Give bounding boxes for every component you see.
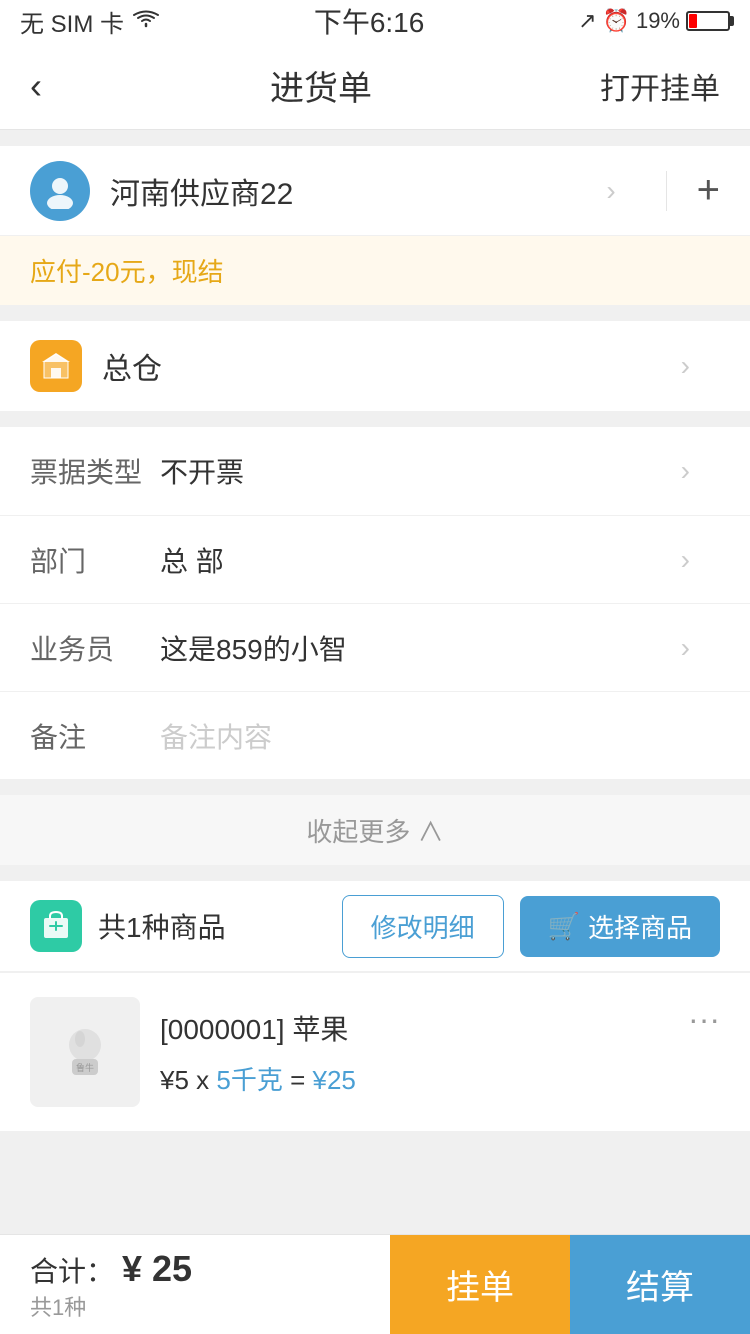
product-header: 共1种商品 修改明细 🛒 选择商品 xyxy=(0,881,750,971)
price-equal: = xyxy=(290,1065,312,1095)
select-product-label: 选择商品 xyxy=(588,908,692,945)
bottom-spacer xyxy=(0,1131,750,1231)
add-icon[interactable]: + xyxy=(697,168,720,213)
quantity-value: 5千克 xyxy=(216,1065,282,1095)
nav-bar: ‹ 进货单 打开挂单 xyxy=(0,42,750,130)
main-content: 河南供应商22 › + 应付-20元，现结 总仓 › 票据类型 不开票 › xyxy=(0,146,750,1231)
salesperson-row[interactable]: 业务员 这是859的小智 › xyxy=(0,603,750,691)
price-value: ¥5 xyxy=(160,1065,189,1095)
collapse-row[interactable]: 收起更多 ∧ xyxy=(0,795,750,865)
department-value: 总 部 xyxy=(160,540,681,580)
total-value: ¥25 xyxy=(313,1065,356,1095)
alarm-icon: ⏰ xyxy=(603,8,630,34)
product-icon xyxy=(30,900,82,952)
supplier-row[interactable]: 河南供应商22 › + xyxy=(0,146,750,236)
department-label: 部门 xyxy=(30,540,160,580)
status-left: 无 SIM 卡 xyxy=(20,4,160,39)
product-count: 共1种商品 xyxy=(98,906,342,946)
back-button[interactable]: ‹ xyxy=(30,65,42,107)
checkout-button[interactable]: 结算 xyxy=(570,1235,750,1334)
salesperson-label: 业务员 xyxy=(30,628,160,668)
wifi-icon xyxy=(132,7,160,35)
salesperson-value: 这是859的小智 xyxy=(160,628,681,668)
total-section: 合计： ¥ 25 共1种 xyxy=(0,1235,390,1334)
warehouse-chevron-icon: › xyxy=(681,350,690,382)
remark-row[interactable]: 备注 备注内容 xyxy=(0,691,750,779)
product-thumbnail: 鲁牛 xyxy=(30,997,140,1107)
product-name: [0000001] 苹果 xyxy=(160,1008,668,1048)
invoice-row[interactable]: 票据类型 不开票 › xyxy=(0,427,750,515)
total-amount: ¥ 25 xyxy=(122,1248,192,1290)
product-item: 鲁牛 [0000001] 苹果 ¥5 x 5千克 = ¥25 ··· xyxy=(0,973,750,1131)
form-card: 票据类型 不开票 › 部门 总 部 › 业务员 这是859的小智 › 备注 备注… xyxy=(0,427,750,779)
price-x: x xyxy=(196,1065,216,1095)
location-icon: ↗ xyxy=(578,8,596,34)
more-button[interactable]: ··· xyxy=(688,1001,720,1038)
warehouse-row[interactable]: 总仓 › xyxy=(0,321,750,411)
remark-input[interactable]: 备注内容 xyxy=(160,716,720,756)
total-label: 合计： xyxy=(30,1250,114,1290)
supplier-name: 河南供应商22 xyxy=(110,169,606,213)
total-main: 合计： ¥ 25 xyxy=(30,1248,360,1290)
total-sub: 共1种 xyxy=(30,1290,360,1322)
supplier-chevron-icon: › xyxy=(606,175,615,207)
product-code: [0000001] xyxy=(160,1014,285,1045)
supplier-card: 河南供应商22 › + 应付-20元，现结 xyxy=(0,146,750,305)
product-title: 苹果 xyxy=(292,1014,348,1045)
status-time: 下午6:16 xyxy=(314,1,425,41)
department-row[interactable]: 部门 总 部 › xyxy=(0,515,750,603)
department-chevron-icon: › xyxy=(681,544,690,576)
select-product-button[interactable]: 🛒 选择商品 xyxy=(520,896,720,957)
warehouse-icon xyxy=(30,340,82,392)
remark-label: 备注 xyxy=(30,716,160,756)
supplier-alert: 应付-20元，现结 xyxy=(0,236,750,305)
carrier-label: 无 SIM 卡 xyxy=(20,4,124,39)
status-bar: 无 SIM 卡 下午6:16 ↗ ⏰ 19% xyxy=(0,0,750,42)
product-info: [0000001] 苹果 ¥5 x 5千克 = ¥25 xyxy=(160,1008,668,1097)
edit-detail-button[interactable]: 修改明细 xyxy=(342,895,504,958)
salesperson-chevron-icon: › xyxy=(681,632,690,664)
invoice-chevron-icon: › xyxy=(681,455,690,487)
battery-icon xyxy=(686,11,730,31)
warehouse-card: 总仓 › xyxy=(0,321,750,411)
separator xyxy=(0,865,750,881)
invoice-value: 不开票 xyxy=(160,451,681,491)
divider xyxy=(666,171,667,211)
supplier-avatar xyxy=(30,161,90,221)
page-title: 进货单 xyxy=(270,61,372,110)
invoice-label: 票据类型 xyxy=(30,451,160,491)
status-right: ↗ ⏰ 19% xyxy=(578,8,730,34)
bottom-bar: 合计： ¥ 25 共1种 挂单 结算 xyxy=(0,1234,750,1334)
svg-text:鲁牛: 鲁牛 xyxy=(76,1062,94,1073)
select-product-icon: 🛒 xyxy=(548,911,580,942)
open-hang-button[interactable]: 打开挂单 xyxy=(600,64,720,108)
product-price: ¥5 x 5千克 = ¥25 xyxy=(160,1060,668,1097)
warehouse-name: 总仓 xyxy=(102,344,681,388)
battery-percent: 19% xyxy=(636,8,680,34)
collapse-label: 收起更多 ∧ xyxy=(306,812,443,849)
hang-button[interactable]: 挂单 xyxy=(390,1235,570,1334)
